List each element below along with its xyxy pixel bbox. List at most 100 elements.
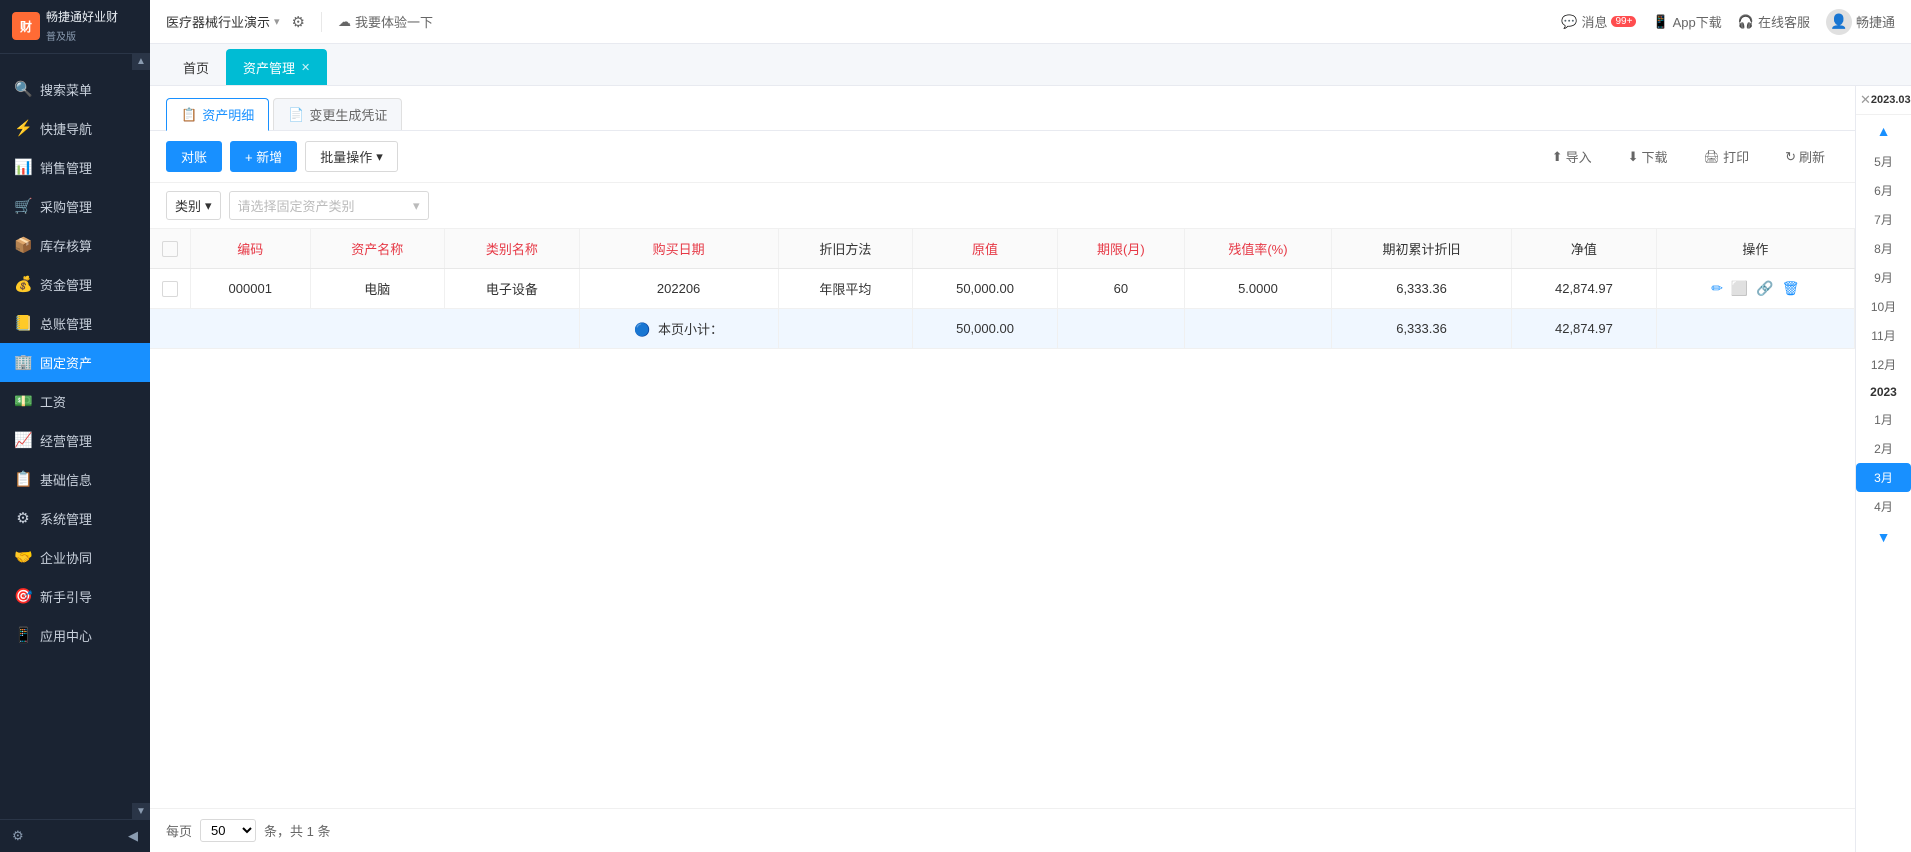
month-6[interactable]: 6月 (1856, 176, 1911, 205)
mobile-icon: 📱 (1652, 14, 1668, 30)
refresh-btn[interactable]: ↻ 刷新 (1771, 142, 1839, 171)
sidebar-item-label: 企业协同 (40, 548, 92, 567)
reconcile-btn[interactable]: 对账 (166, 141, 222, 172)
sidebar-item-salary[interactable]: 💵 工资 (0, 382, 150, 421)
sub-tab-asset-list-label: 资产明细 (202, 105, 254, 124)
message-btn[interactable]: 💬 消息 99+ (1561, 12, 1636, 31)
pagination-bar: 每页 50 10 20 100 条，共 1 条 (150, 808, 1855, 852)
collapse-icon[interactable]: ◀ (128, 828, 138, 844)
batch-btn[interactable]: 批量操作 ▾ (305, 141, 398, 172)
subtotal-label-cell: 🔵 本页小计： (579, 309, 778, 349)
category-select[interactable]: 类别 ▾ (166, 191, 221, 220)
sidebar-item-label: 采购管理 (40, 197, 92, 216)
new-label: + 新增 (245, 147, 282, 166)
month-1[interactable]: 1月 (1856, 405, 1911, 434)
panel-scroll-up[interactable]: ▲ (1856, 115, 1911, 147)
td-net-value: 42,874.97 (1512, 269, 1657, 309)
td-code: 000001 (191, 269, 311, 309)
salary-icon: 💵 (14, 392, 32, 410)
month-4[interactable]: 4月 (1856, 492, 1911, 521)
th-code: 编码 (191, 229, 311, 269)
operations-icon: 📈 (14, 431, 32, 449)
panel-up-arrow[interactable]: ▲ (1873, 119, 1895, 143)
sidebar-item-search[interactable]: 🔍 搜索菜单 (0, 70, 150, 109)
company-selector[interactable]: 医疗器械行业演示 ▾ (166, 12, 280, 31)
link-icon[interactable]: 🔗 (1756, 280, 1773, 297)
month-12[interactable]: 12月 (1856, 350, 1911, 379)
panel-scroll-down[interactable]: ▼ (1856, 521, 1911, 553)
sidebar-item-label: 库存核算 (40, 236, 92, 255)
print-btn[interactable]: 🖨 打印 (1690, 142, 1764, 171)
sidebar-item-fixed-assets[interactable]: 🏢 固定资产 (0, 343, 150, 382)
month-11[interactable]: 11月 (1856, 321, 1911, 350)
per-page-select[interactable]: 50 10 20 100 (200, 819, 256, 842)
row-checkbox[interactable] (162, 281, 178, 297)
edit-icon[interactable]: ✏ (1711, 280, 1723, 297)
app-download-btn[interactable]: 📱 App下载 (1652, 12, 1721, 31)
th-name: 资产名称 (310, 229, 445, 269)
sidebar-item-label: 基础信息 (40, 470, 92, 489)
sidebar-item-quick-nav[interactable]: ⚡ 快捷导航 (0, 109, 150, 148)
settings-icon[interactable]: ⚙ (12, 828, 24, 844)
import-btn[interactable]: ⬆ 导入 (1538, 142, 1606, 171)
sidebar-item-label: 经营管理 (40, 431, 92, 450)
td-original-value: 50,000.00 (913, 269, 1058, 309)
th-purchase-date: 购买日期 (579, 229, 778, 269)
month-10[interactable]: 10月 (1856, 292, 1911, 321)
main-content: 📋 资产明细 📄 变更生成凭证 对账 + 新增 批量操作 ▾ (150, 86, 1855, 852)
user-menu[interactable]: 👤 畅捷通 (1826, 9, 1895, 35)
message-label: 消息 (1581, 12, 1607, 31)
sidebar-item-purchase[interactable]: 🛒 采购管理 (0, 187, 150, 226)
tab-home[interactable]: 首页 (166, 49, 226, 85)
capital-icon: 💰 (14, 275, 32, 293)
header-checkbox[interactable] (162, 241, 178, 257)
subtotal-empty3 (1057, 309, 1184, 349)
scroll-up-btn[interactable]: ▲ (132, 54, 150, 70)
panel-close-icon[interactable]: ✕ (1860, 92, 1871, 108)
sidebar-item-inventory[interactable]: 📦 库存核算 (0, 226, 150, 265)
feedback-btn[interactable]: ☁ 我要体验一下 (338, 12, 433, 31)
sidebar-item-capital[interactable]: 💰 资金管理 (0, 265, 150, 304)
sub-tabs: 📋 资产明细 📄 变更生成凭证 (150, 86, 1855, 131)
sidebar-item-system[interactable]: ⚙ 系统管理 (0, 499, 150, 538)
online-service-btn[interactable]: 🎧 在线客服 (1738, 12, 1810, 31)
sidebar-item-ledger[interactable]: 📒 总账管理 (0, 304, 150, 343)
sidebar-header: 财 畅捷通好业财 普及版 (0, 0, 150, 54)
tab-asset-label: 资产管理 (243, 58, 295, 77)
sidebar-item-label: 搜索菜单 (40, 80, 92, 99)
panel-down-arrow[interactable]: ▼ (1873, 525, 1895, 549)
month-2[interactable]: 2月 (1856, 434, 1911, 463)
sidebar-item-app-center[interactable]: 📱 应用中心 (0, 616, 150, 655)
scroll-down-btn[interactable]: ▼ (132, 803, 150, 819)
import-label: 导入 (1566, 147, 1592, 166)
app-center-icon: 📱 (14, 626, 32, 644)
filter-bar: 类别 ▾ 请选择固定资产类别 ▾ (150, 183, 1855, 229)
refresh-label: 刷新 (1799, 147, 1825, 166)
copy-icon[interactable]: ⬜ (1731, 280, 1748, 297)
month-7[interactable]: 7月 (1856, 205, 1911, 234)
sub-tab-asset-list[interactable]: 📋 资产明细 (166, 98, 269, 131)
month-3-current[interactable]: 3月 (1856, 463, 1911, 492)
subtotal-net-val: 42,874.97 (1555, 321, 1613, 336)
cloud-icon: ☁ (338, 14, 351, 30)
subtotal-icon: 🔵 (634, 322, 650, 337)
new-btn[interactable]: + 新增 (230, 141, 297, 172)
category-input[interactable]: 请选择固定资产类别 ▾ (229, 191, 429, 220)
sidebar-item-guide[interactable]: 🎯 新手引导 (0, 577, 150, 616)
sidebar-item-label: 资金管理 (40, 275, 92, 294)
tab-asset-mgmt[interactable]: 资产管理 ✕ (226, 49, 327, 85)
sidebar-item-sales[interactable]: 📊 销售管理 (0, 148, 150, 187)
company-settings-icon[interactable]: ⚙ (292, 13, 305, 31)
sidebar-item-label: 应用中心 (40, 626, 92, 645)
headset-icon: 🎧 (1738, 14, 1754, 30)
sidebar-item-operations[interactable]: 📈 经营管理 (0, 421, 150, 460)
sub-tab-voucher[interactable]: 📄 变更生成凭证 (273, 98, 402, 130)
sidebar-item-basic-info[interactable]: 📋 基础信息 (0, 460, 150, 499)
month-9[interactable]: 9月 (1856, 263, 1911, 292)
month-5[interactable]: 5月 (1856, 147, 1911, 176)
month-8[interactable]: 8月 (1856, 234, 1911, 263)
download-btn[interactable]: ⬇ 下载 (1614, 142, 1682, 171)
sidebar-item-enterprise[interactable]: 🤝 企业协同 (0, 538, 150, 577)
delete-icon[interactable]: 🗑 (1782, 280, 1800, 297)
tab-close-icon[interactable]: ✕ (301, 61, 310, 74)
